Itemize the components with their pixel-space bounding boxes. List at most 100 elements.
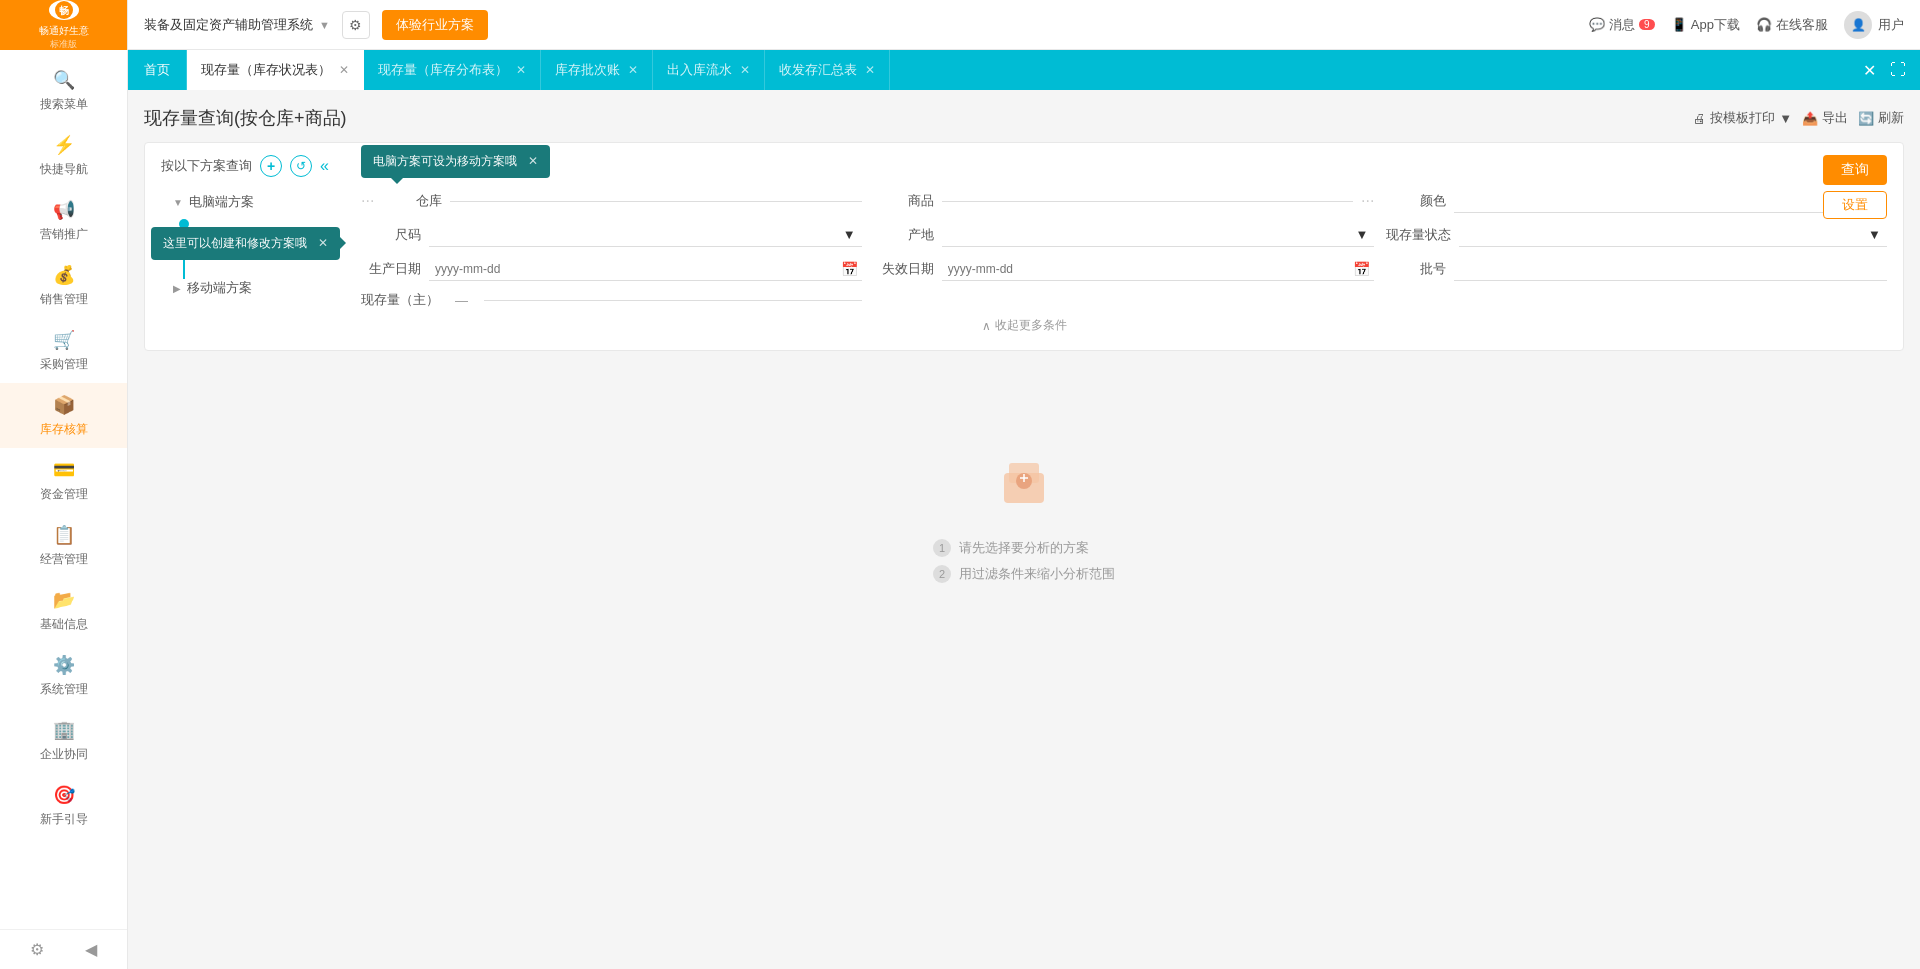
refresh-btn[interactable]: 🔄 刷新: [1858, 109, 1904, 127]
sidebar-collapse-btn[interactable]: ◀: [85, 940, 97, 959]
sidebar-item-label-marketing: 营销推广: [40, 226, 88, 243]
filter-field-stock-main: 现存量（主） —: [361, 291, 862, 309]
sidebar-item-finance[interactable]: 💳 资金管理: [0, 448, 127, 513]
tab-inventory-dist[interactable]: 现存量（库存分布表） ✕: [364, 50, 541, 90]
tab-close-summary[interactable]: ✕: [865, 63, 875, 77]
guide-icon: 🎯: [52, 783, 76, 807]
filter-row-3: 生产日期 📅 失效日期 📅: [361, 257, 1887, 281]
sidebar-logo: 畅 畅通好生意 标准版: [0, 0, 127, 50]
filter-add-btn[interactable]: +: [260, 155, 282, 177]
produce-date-label: 生产日期: [361, 260, 421, 278]
produce-date-input[interactable]: 📅: [429, 258, 862, 281]
sidebar-item-search[interactable]: 🔍 搜索菜单: [0, 58, 127, 123]
purchase-icon: 🛒: [52, 328, 76, 352]
service-action[interactable]: 🎧 在线客服: [1756, 16, 1828, 34]
sidebar-item-corp[interactable]: 🏢 企业协同: [0, 708, 127, 773]
stock-main-label: 现存量（主）: [361, 291, 439, 309]
sidebar-item-basic[interactable]: 📂 基础信息: [0, 578, 127, 643]
print-btn[interactable]: 🖨 按模板打印 ▼: [1693, 109, 1792, 127]
service-icon: 🎧: [1756, 17, 1772, 32]
stock-main-input[interactable]: [484, 300, 862, 301]
sidebar-item-quick[interactable]: ⚡ 快捷导航: [0, 123, 127, 188]
sidebar-item-purchase[interactable]: 🛒 采购管理: [0, 318, 127, 383]
tab-maximize-btn[interactable]: ⛶: [1884, 59, 1912, 81]
goods-label: 商品: [874, 192, 934, 210]
pc-scheme-arrow: ▼: [173, 197, 183, 208]
sidebar-item-inventory[interactable]: 📦 库存核算: [0, 383, 127, 448]
filter-refresh-btn[interactable]: ↺: [290, 155, 312, 177]
produce-date-field[interactable]: [429, 258, 837, 280]
tab-batch[interactable]: 库存批次账 ✕: [541, 50, 653, 90]
filter-label: 按以下方案查询: [161, 157, 252, 175]
sales-icon: 💰: [52, 263, 76, 287]
tab-home[interactable]: 首页: [128, 50, 187, 90]
tab-inventory-status[interactable]: 现存量（库存状况表） ✕: [187, 50, 364, 90]
system-name: 装备及固定资产辅助管理系统 ▼: [144, 16, 330, 34]
filter-arrow-btn[interactable]: «: [320, 157, 329, 175]
sidebar-item-sales[interactable]: 💰 销售管理: [0, 253, 127, 318]
stock-main-separator: —: [455, 293, 468, 308]
sidebar-item-system[interactable]: ⚙️ 系统管理: [0, 643, 127, 708]
size-select[interactable]: ▼: [429, 223, 862, 247]
expire-date-input[interactable]: 📅: [942, 258, 1375, 281]
filter-field-stock-status: 现存量状态 ▼: [1386, 223, 1887, 247]
expire-date-field[interactable]: [942, 258, 1350, 280]
sidebar-item-marketing[interactable]: 📢 营销推广: [0, 188, 127, 253]
tab-close-inventory-dist[interactable]: ✕: [516, 63, 526, 77]
main-area: 装备及固定资产辅助管理系统 ▼ ⚙ 体验行业方案 💬 消息 9 📱 App下载 …: [128, 0, 1920, 969]
export-btn[interactable]: 📤 导出: [1802, 109, 1848, 127]
pc-scheme-header[interactable]: ▼ 电脑端方案: [161, 189, 341, 215]
sidebar-item-guide[interactable]: 🎯 新手引导: [0, 773, 127, 838]
filter-field-origin: 产地 ▼: [874, 223, 1375, 247]
create-tooltip-close[interactable]: ✕: [318, 236, 328, 250]
produce-calendar-icon[interactable]: 📅: [837, 261, 862, 277]
sidebar-item-label-ops: 经营管理: [40, 551, 88, 568]
tab-close-inventory-status[interactable]: ✕: [339, 63, 349, 77]
tab-flow[interactable]: 出入库流水 ✕: [653, 50, 765, 90]
sidebar-settings-btn[interactable]: ⚙: [30, 940, 44, 959]
mobile-scheme-arrow: ▶: [173, 283, 181, 294]
sidebar-item-ops[interactable]: 📋 经营管理: [0, 513, 127, 578]
avatar: 👤: [1844, 11, 1872, 39]
filter-btn-group: 查询 设置: [1823, 155, 1887, 219]
tab-close-batch[interactable]: ✕: [628, 63, 638, 77]
sidebar-item-label-basic: 基础信息: [40, 616, 88, 633]
service-label: 在线客服: [1776, 16, 1828, 34]
stock-status-select[interactable]: ▼: [1459, 223, 1887, 247]
filter-header: 按以下方案查询 + ↺ « 电脑方案可设为移动方案哦 ✕: [161, 155, 1887, 177]
sidebar-item-label-system: 系统管理: [40, 681, 88, 698]
content-area: 现存量查询(按仓库+商品) 🖨 按模板打印 ▼ 📤 导出 🔄 刷新: [128, 90, 1920, 969]
tab-close-all-btn[interactable]: ✕: [1857, 59, 1882, 82]
print-icon: 🖨: [1693, 111, 1706, 126]
query-btn[interactable]: 查询: [1823, 155, 1887, 185]
tab-close-flow[interactable]: ✕: [740, 63, 750, 77]
pc-tooltip-close[interactable]: ✕: [528, 154, 538, 168]
sidebar-item-label-purchase: 采购管理: [40, 356, 88, 373]
origin-select[interactable]: ▼: [942, 223, 1375, 247]
color-label: 颜色: [1386, 192, 1446, 210]
filter-fields-area: ··· 仓库 商品 ··· 颜色: [341, 189, 1887, 309]
scheme-area: ▼ 电脑端方案 这里可以创建和修改方案哦 ✕: [161, 189, 1887, 309]
trial-btn[interactable]: 体验行业方案: [382, 10, 488, 40]
warehouse-input: [450, 201, 861, 202]
user-btn[interactable]: 👤 用户: [1844, 11, 1904, 39]
search-icon: 🔍: [52, 68, 76, 92]
collapse-more-btn[interactable]: ∧ 收起更多条件: [161, 309, 1887, 338]
print-label: 按模板打印: [1710, 109, 1775, 127]
title-actions: 🖨 按模板打印 ▼ 📤 导出 🔄 刷新: [1693, 109, 1904, 127]
create-tooltip: 这里可以创建和修改方案哦 ✕: [151, 227, 340, 260]
set-btn[interactable]: 设置: [1823, 191, 1887, 219]
app-action[interactable]: 📱 App下载: [1671, 16, 1740, 34]
sidebar-item-label-sales: 销售管理: [40, 291, 88, 308]
batch-input[interactable]: [1454, 257, 1887, 281]
tabs-actions: ✕ ⛶: [1857, 59, 1920, 82]
phone-icon: 📱: [1671, 17, 1687, 32]
basic-icon: 📂: [52, 588, 76, 612]
tab-summary[interactable]: 收发存汇总表 ✕: [765, 50, 890, 90]
header-settings-btn[interactable]: ⚙: [342, 11, 370, 39]
empty-tips: 1 请先选择要分析的方案 2 用过滤条件来缩小分析范围: [933, 539, 1115, 583]
expire-calendar-icon[interactable]: 📅: [1349, 261, 1374, 277]
tip-num-1: 1: [933, 539, 951, 557]
message-action[interactable]: 💬 消息 9: [1589, 16, 1655, 34]
sidebar-item-label-inventory: 库存核算: [40, 421, 88, 438]
